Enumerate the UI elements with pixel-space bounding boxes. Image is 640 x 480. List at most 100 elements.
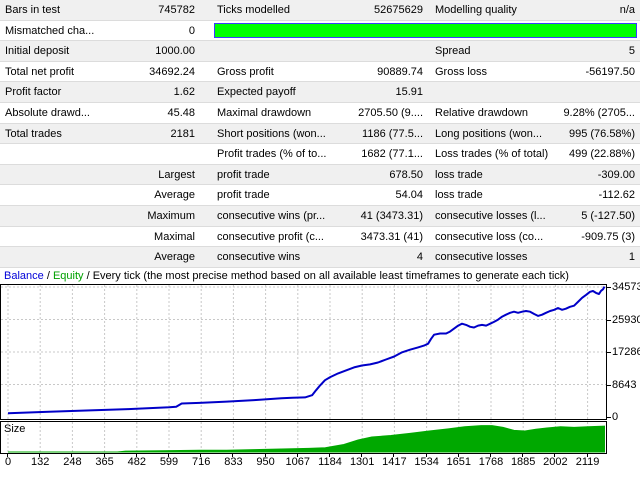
stat-value: -909.75 (3) xyxy=(581,230,635,243)
stat-label: Total trades xyxy=(5,127,62,140)
x-axis-label: 365 xyxy=(95,456,114,468)
stat-value: 5 xyxy=(628,45,635,58)
stat-label: Ticks modelled xyxy=(217,4,290,16)
stat-label: consecutive wins (pr... xyxy=(217,209,326,222)
table-cell-pair: Relative drawdown 9.28% (2705... xyxy=(425,103,640,123)
stat-value: 1186 (77.5... xyxy=(362,127,423,140)
x-axis-label: 1067 xyxy=(285,456,311,468)
stat-label: Long positions (won... xyxy=(435,127,543,140)
y-axis-tick xyxy=(607,384,611,386)
table-cell-pair: Short positions (won... 1186 (77.5... xyxy=(198,124,425,144)
stat-label: Profit trades (% of to... xyxy=(217,148,327,161)
stat-label: Relative drawdown xyxy=(435,106,528,119)
stat-value: Maximum xyxy=(147,209,195,222)
table-cell-pair: consecutive wins 4 xyxy=(198,247,425,267)
x-axis-label: 482 xyxy=(127,456,146,468)
stat-label xyxy=(0,144,5,164)
stat-value xyxy=(635,82,640,102)
stat-label: Loss trades (% of total) xyxy=(435,148,549,161)
stat-label: profit trade xyxy=(217,168,270,181)
table-cell-pair: Expected payoff 15.91 xyxy=(198,82,425,102)
stat-value: 1 xyxy=(628,251,635,264)
table-cell-pair: loss trade -309.00 xyxy=(425,165,640,185)
stat-label: Gross profit xyxy=(217,65,274,78)
y-axis-tick xyxy=(607,287,611,288)
table-cell-pair: consecutive loss (co... -909.75 (3) xyxy=(425,227,640,247)
table-cell-pair: Average xyxy=(0,247,198,267)
table-row: Bars in test 745782 Ticks modelled 52675629… xyxy=(0,0,640,21)
table-cell-pair: Gross profit 90889.74 xyxy=(198,62,425,82)
size-area xyxy=(8,425,605,453)
x-axis-label: 1301 xyxy=(349,456,375,468)
y-axis-label: 8643 xyxy=(612,378,637,391)
stat-label: Profit factor xyxy=(5,86,62,99)
y-axis-tick xyxy=(607,352,611,353)
x-axis-label: 2002 xyxy=(543,456,568,468)
stat-value: -309.00 xyxy=(597,168,635,181)
stat-value: 15.91 xyxy=(395,86,423,99)
stat-label xyxy=(0,206,5,226)
size-label: Size xyxy=(4,423,26,435)
table-cell-pair: Modelling quality n/a xyxy=(425,0,640,20)
stat-label xyxy=(0,165,5,185)
stat-value: 2181 xyxy=(170,127,195,140)
stat-value: 9.28% (2705... xyxy=(563,106,635,119)
stat-value: 90889.74 xyxy=(377,65,423,78)
x-axis-label: 1651 xyxy=(446,456,472,468)
table-row: Maximum consecutive wins (pr... 41 (3473.3… xyxy=(0,205,640,227)
table-row: Profit factor 1.62 Expected payoff 15.91 xyxy=(0,82,640,103)
x-axis-label: 1534 xyxy=(414,456,439,468)
stat-value: Average xyxy=(154,251,195,264)
balance-chart[interactable] xyxy=(0,284,607,420)
table-cell-pair: Average xyxy=(0,185,198,205)
stat-label: Short positions (won... xyxy=(217,127,326,140)
table-cell-pair: Maximal drawdown 2705.50 (9.... xyxy=(198,103,425,123)
stat-value: 54.04 xyxy=(395,189,423,202)
table-row: Maximal consecutive profit (c... 3473.31 (… xyxy=(0,226,640,248)
table-cell-pair: Profit factor 1.62 xyxy=(0,82,198,102)
table-row: Initial deposit 1000.00 Spread 5 xyxy=(0,41,640,62)
stat-label: Bars in test xyxy=(5,4,61,16)
size-area-svg xyxy=(7,422,605,453)
stat-label xyxy=(425,82,435,102)
stat-value: 1000.00 xyxy=(155,45,195,58)
stat-label: Spread xyxy=(435,45,471,58)
table-cell-pair: profit trade 678.50 xyxy=(198,165,425,185)
stat-label: consecutive losses (l... xyxy=(435,209,546,222)
legend-separator: / xyxy=(43,270,53,282)
x-axis-label: 716 xyxy=(192,456,211,468)
stat-value: 41 (3473.31) xyxy=(360,209,423,222)
table-row: Total net profit 34692.24 Gross profit 9088… xyxy=(0,61,640,83)
y-axis-tick xyxy=(607,417,611,418)
y-axis-label: 34573 xyxy=(612,281,640,293)
stat-label: Maximal drawdown xyxy=(217,106,312,119)
table-cell-pair: Maximum xyxy=(0,206,198,226)
table-cell-pair: loss trade -112.62 xyxy=(425,185,640,205)
stat-label xyxy=(0,227,5,247)
balance-line xyxy=(7,286,606,415)
table-row: Average consecutive wins 4 consecutive loss… xyxy=(0,247,640,268)
stat-label: Modelling quality xyxy=(435,4,517,16)
stat-value: Average xyxy=(154,189,195,202)
table-row: Average profit trade 54.04 loss trade -112.6… xyxy=(0,185,640,206)
x-axis-label: 1417 xyxy=(382,456,407,468)
stat-value: -112.62 xyxy=(598,189,636,202)
stat-label xyxy=(0,247,5,267)
chart-legend: Balance / Equity / Every tick (the most … xyxy=(4,270,636,283)
y-axis-label: 25930 xyxy=(612,313,640,326)
stat-label: Mismatched cha... xyxy=(5,24,95,37)
stat-value: 0 xyxy=(188,24,195,37)
size-chart[interactable] xyxy=(0,421,607,454)
x-axis-label: 599 xyxy=(159,456,179,468)
table-cell-pair: Maximal xyxy=(0,227,198,247)
results-table: Bars in test 745782 Ticks modelled 52675629… xyxy=(0,0,640,268)
table-row: Profit trades (% of to... 1682 (77.1... Lo… xyxy=(0,144,640,165)
modelling-quality-bar xyxy=(214,22,637,39)
y-axis-tick xyxy=(607,319,611,321)
table-cell-pair: Spread 5 xyxy=(425,41,640,61)
x-axis-label: 248 xyxy=(63,456,82,468)
table-cell-pair: profit trade 54.04 xyxy=(198,185,425,205)
stat-value: 3473.31 (41) xyxy=(360,230,423,243)
table-cell-pair xyxy=(198,41,425,61)
table-cell-pair: Bars in test 745782 xyxy=(0,0,198,20)
